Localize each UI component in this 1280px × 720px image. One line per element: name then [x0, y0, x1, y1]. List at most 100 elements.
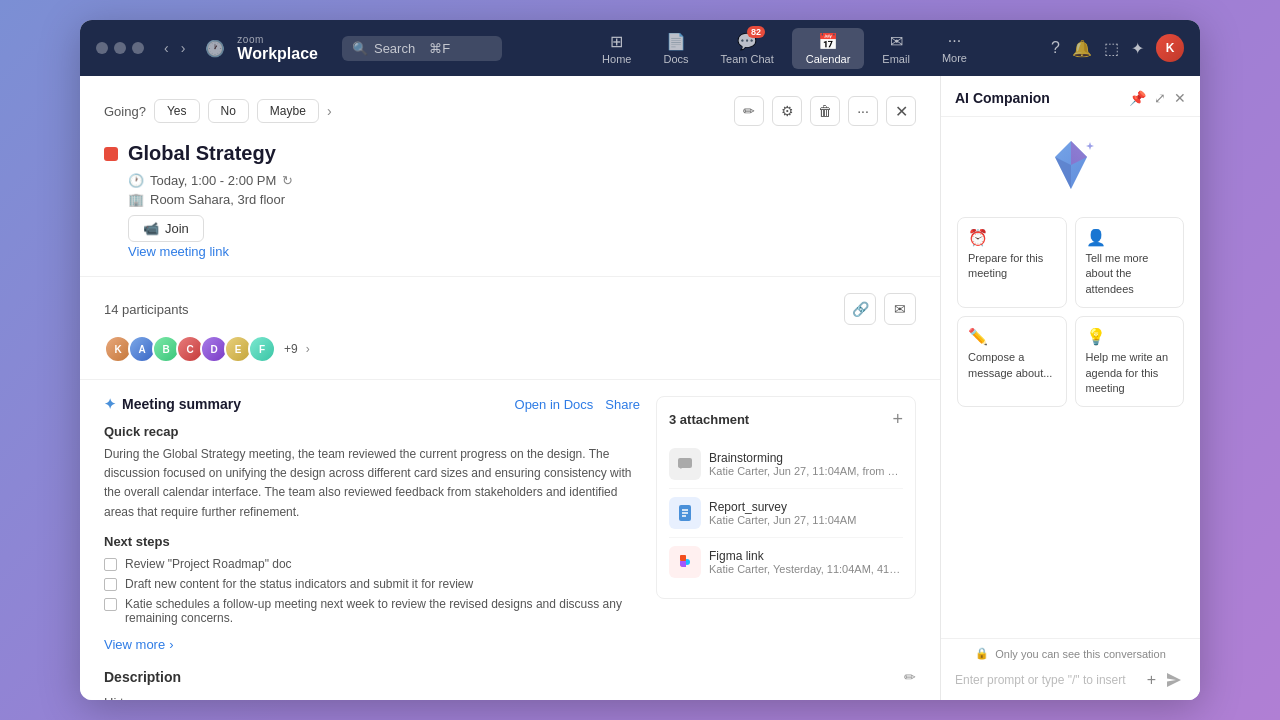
nav-items: ⊞ Home 📄 Docs 💬 82 Team Chat 📅 Calendar … [526, 28, 1043, 69]
ai-card-agenda[interactable]: 💡 Help me write an agenda for this meeti… [1075, 316, 1185, 407]
open-in-docs-link[interactable]: Open in Docs [515, 397, 594, 412]
forward-button[interactable]: › [177, 38, 190, 58]
ai-pin-icon[interactable]: 📌 [1129, 90, 1146, 106]
attachment-figma-meta: Katie Carter, Yesterday, 11:04AM, 415.02… [709, 563, 903, 575]
copy-participants-button[interactable]: 🔗 [844, 293, 876, 325]
view-more-text: View more [104, 637, 165, 652]
attachment-brainstorming[interactable]: Brainstorming Katie Carter, Jun 27, 11:0… [669, 440, 903, 489]
traffic-light-2 [114, 42, 126, 54]
search-shortcut: ⌘F [429, 41, 450, 56]
overflow-icon[interactable]: ··· [848, 96, 878, 126]
delete-icon[interactable]: 🗑 [810, 96, 840, 126]
participants-more-arrow[interactable]: › [306, 342, 310, 356]
checkbox-2[interactable] [104, 578, 117, 591]
clock-icon: 🕐 [128, 173, 144, 188]
ai-add-button[interactable]: + [1147, 671, 1156, 689]
attachment-doc-icon [669, 497, 701, 529]
attachment-figma-icon [669, 546, 701, 578]
rsvp-more-icon[interactable]: › [327, 103, 332, 119]
email-participants-button[interactable]: ✉ [884, 293, 916, 325]
join-icon: 📹 [143, 221, 159, 236]
ai-header-actions: 📌 ⤢ ✕ [1129, 90, 1186, 106]
user-avatar[interactable]: K [1156, 34, 1184, 62]
ai-sparkle-icon[interactable]: ✦ [1131, 39, 1144, 58]
description-text: Hi team, I would love us to have a sync … [104, 693, 916, 700]
view-more-link[interactable]: View more › [104, 637, 174, 652]
rsvp-no-button[interactable]: No [208, 99, 249, 123]
recap-text: During the Global Strategy meeting, the … [104, 445, 640, 522]
traffic-lights [96, 42, 144, 54]
nav-email-label: Email [882, 53, 910, 65]
attachment-figma[interactable]: Figma link Katie Carter, Yesterday, 11:0… [669, 538, 903, 586]
search-box[interactable]: 🔍 Search ⌘F [342, 36, 502, 61]
participants-count: 14 participants [104, 302, 189, 317]
attachment-report-meta: Katie Carter, Jun 27, 11:04AM [709, 514, 903, 526]
nav-home[interactable]: ⊞ Home [588, 28, 645, 69]
attachment-brainstorming-name: Brainstorming [709, 451, 903, 465]
prepare-icon: ⏰ [968, 228, 1056, 247]
ai-input-row: + [955, 668, 1186, 692]
search-label: Search [374, 41, 415, 56]
checkbox-3[interactable] [104, 598, 117, 611]
apps-icon[interactable]: ⬚ [1104, 39, 1119, 58]
meeting-summary-section: ✦ Meeting summary Open in Docs Share Qui… [104, 396, 640, 653]
ai-privacy-note: 🔒 Only you can see this conversation [955, 647, 1186, 660]
ai-expand-icon[interactable]: ⤢ [1154, 90, 1166, 106]
help-icon[interactable]: ? [1051, 39, 1060, 57]
ai-card-attendees[interactable]: 👤 Tell me more about the attendees [1075, 217, 1185, 308]
titlebar: ‹ › 🕐 zoom Workplace 🔍 Search ⌘F ⊞ Home … [80, 20, 1200, 76]
attachment-brainstorming-info: Brainstorming Katie Carter, Jun 27, 11:0… [709, 451, 903, 477]
checklist-item-1: Review "Project Roadmap" doc [104, 557, 640, 571]
rsvp-yes-button[interactable]: Yes [154, 99, 200, 123]
main-content: Going? Yes No Maybe › ✏ ⚙ 🗑 ··· ✕ [80, 76, 1200, 700]
ai-card-prepare[interactable]: ⏰ Prepare for this meeting [957, 217, 1067, 308]
share-link[interactable]: Share [605, 397, 640, 412]
event-meta: 🕐 Today, 1:00 - 2:00 PM ↻ 🏢 Room Sahara,… [128, 173, 916, 207]
brand-zoom: zoom [237, 34, 318, 45]
attachment-brainstorming-meta: Katie Carter, Jun 27, 11:04AM, from meet… [709, 465, 903, 477]
attachments-header: 3 attachment + [669, 409, 903, 430]
more-icon: ··· [948, 32, 961, 50]
nav-more[interactable]: ··· More [928, 28, 981, 69]
checkbox-1[interactable] [104, 558, 117, 571]
agenda-text: Help me write an agenda for this meeting [1086, 350, 1174, 396]
nav-team-chat-label: Team Chat [721, 53, 774, 65]
join-button[interactable]: 📹 Join [128, 215, 204, 242]
attachment-report[interactable]: Report_survey Katie Carter, Jun 27, 11:0… [669, 489, 903, 538]
nav-docs[interactable]: 📄 Docs [649, 28, 702, 69]
meeting-summary-header: ✦ Meeting summary Open in Docs Share [104, 396, 640, 412]
ai-close-icon[interactable]: ✕ [1174, 90, 1186, 106]
close-button[interactable]: ✕ [886, 96, 916, 126]
ai-card-compose[interactable]: ✏️ Compose a message about... [957, 316, 1067, 407]
email-icon: ✉ [890, 32, 903, 51]
view-meeting-link[interactable]: View meeting link [128, 244, 229, 259]
nav-calendar[interactable]: 📅 Calendar [792, 28, 865, 69]
add-attachment-button[interactable]: + [892, 409, 903, 430]
description-section: Description ✏ Hi team, I would love us t… [80, 669, 940, 700]
back-button[interactable]: ‹ [160, 38, 173, 58]
attachment-figma-info: Figma link Katie Carter, Yesterday, 11:0… [709, 549, 903, 575]
ai-send-button[interactable] [1162, 668, 1186, 692]
privacy-text: Only you can see this conversation [995, 648, 1166, 660]
attachment-report-name: Report_survey [709, 500, 903, 514]
participants-actions: 🔗 ✉ [844, 293, 916, 325]
event-location: Room Sahara, 3rd floor [150, 192, 285, 207]
description-edit-icon[interactable]: ✏ [904, 669, 916, 685]
compose-text: Compose a message about... [968, 350, 1056, 381]
ai-companion-title: AI Companion [955, 90, 1050, 106]
location-icon: 🏢 [128, 192, 144, 207]
attachments-col: 3 attachment + Brainstormin [656, 396, 916, 653]
ai-prompt-input[interactable] [955, 673, 1141, 687]
titlebar-right: ? 🔔 ⬚ ✦ K [1051, 34, 1184, 62]
nav-team-chat[interactable]: 💬 82 Team Chat [707, 28, 788, 69]
nav-email[interactable]: ✉ Email [868, 28, 924, 69]
edit-icon[interactable]: ✏ [734, 96, 764, 126]
history-icon[interactable]: 🕐 [205, 39, 225, 58]
ai-footer: 🔒 Only you can see this conversation + [941, 638, 1200, 700]
privacy-icon: 🔒 [975, 647, 989, 660]
checklist-item-2: Draft new content for the status indicat… [104, 577, 640, 591]
rsvp-maybe-button[interactable]: Maybe [257, 99, 319, 123]
settings-icon[interactable]: ⚙ [772, 96, 802, 126]
bell-icon[interactable]: 🔔 [1072, 39, 1092, 58]
description-greeting: Hi team, [104, 695, 152, 700]
